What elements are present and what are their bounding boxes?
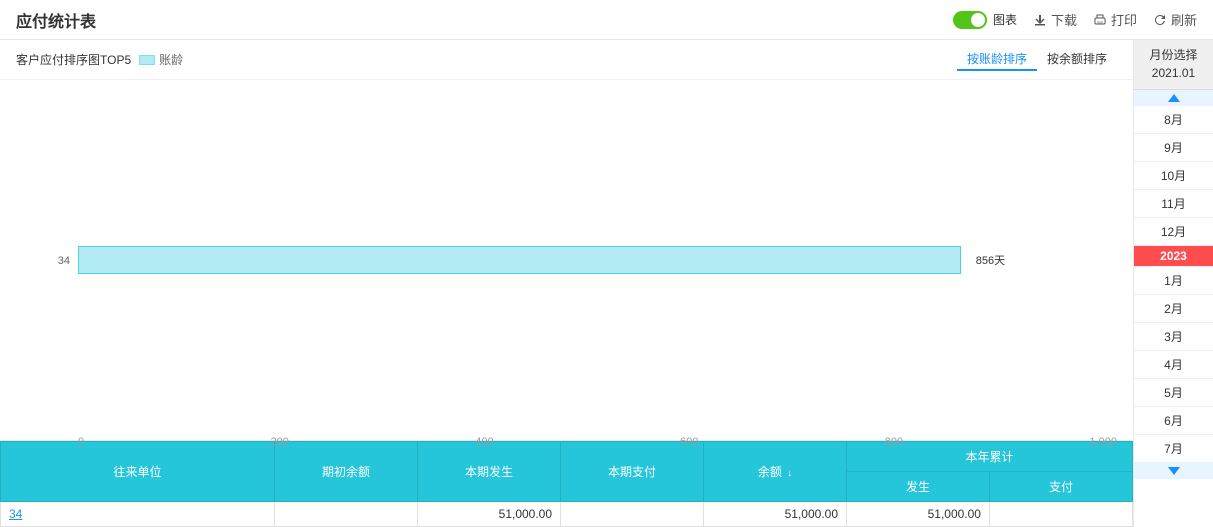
chevron-up-icon <box>1168 94 1180 102</box>
page-wrapper: 应付统计表 图表 下载 打印 <box>0 0 1213 527</box>
balance-sort-icon: ↓ <box>787 468 792 479</box>
bar-label: 34 <box>40 255 70 267</box>
sidebar-scroll-up-button[interactable] <box>1134 90 1213 106</box>
chart-top-bar: 客户应付排序图TOP5 账龄 按账龄排序 按余额排序 <box>0 40 1133 80</box>
chart-toggle-label: 图表 <box>993 11 1017 28</box>
chart-toggle[interactable] <box>953 11 987 29</box>
x-axis-0: 0 <box>78 436 84 448</box>
row-current-payment <box>561 502 704 527</box>
header: 应付统计表 图表 下载 打印 <box>0 0 1213 40</box>
sidebar-month-list: 8月 9月 10月 11月 12月 2023 1月 2月 3月 4月 5月 6月… <box>1134 106 1213 463</box>
sidebar-month-8[interactable]: 8月 <box>1134 106 1213 134</box>
chevron-down-icon <box>1168 467 1180 475</box>
sidebar-month-1[interactable]: 1月 <box>1134 267 1213 295</box>
col-ytd-occurrence-header: 发生 <box>847 472 990 502</box>
sidebar-month-3[interactable]: 3月 <box>1134 323 1213 351</box>
sidebar-month-5[interactable]: 5月 <box>1134 379 1213 407</box>
sidebar-nav: 8月 9月 10月 11月 12月 2023 1月 2月 3月 4月 5月 6月… <box>1134 90 1213 479</box>
chart-legend: 客户应付排序图TOP5 账龄 <box>16 51 183 68</box>
table-row: 34 51,000.00 51,000.00 51,000.00 <box>1 502 1133 527</box>
refresh-icon <box>1153 13 1167 27</box>
chart-toggle-wrapper[interactable]: 图表 <box>953 11 1017 29</box>
row-current-occurrence: 51,000.00 <box>418 502 561 527</box>
download-button[interactable]: 下载 <box>1033 10 1077 29</box>
page-title: 应付统计表 <box>16 8 96 32</box>
row-unit: 34 <box>1 502 275 527</box>
sidebar-month-2[interactable]: 2月 <box>1134 295 1213 323</box>
x-axis-400: 400 <box>475 436 493 448</box>
print-button[interactable]: 打印 <box>1093 10 1137 29</box>
refresh-button[interactable]: 刷新 <box>1153 10 1197 29</box>
table-wrapper: 往来单位 期初余额 本期发生 本期支付 余额 ↓ 本年累计 <box>0 441 1133 527</box>
sidebar-month-6[interactable]: 6月 <box>1134 407 1213 435</box>
bar-row: 34 856天 <box>40 90 1117 432</box>
x-axis-800: 800 <box>885 436 903 448</box>
bar-end-label: 856天 <box>976 252 1005 268</box>
row-ytd-occurrence: 51,000.00 <box>847 502 990 527</box>
print-label: 打印 <box>1111 10 1137 29</box>
x-axis-1000: 1,000 <box>1089 436 1117 448</box>
sidebar-month-10[interactable]: 10月 <box>1134 162 1213 190</box>
sidebar-year-label: 2023 <box>1134 246 1213 267</box>
row-ytd-payment <box>989 502 1132 527</box>
header-actions: 图表 下载 打印 刷新 <box>953 10 1197 29</box>
refresh-label: 刷新 <box>1171 10 1197 29</box>
sidebar-month-4[interactable]: 4月 <box>1134 351 1213 379</box>
bar-chart: 34 856天 <box>40 90 1117 432</box>
download-icon <box>1033 13 1047 27</box>
sidebar-month-11[interactable]: 11月 <box>1134 190 1213 218</box>
sidebar-header: 月份选择 <box>1134 40 1213 90</box>
row-opening-balance <box>275 502 418 527</box>
unit-link[interactable]: 34 <box>9 507 22 521</box>
bar-container: 856天 <box>78 246 1117 276</box>
sidebar-month-7[interactable]: 7月 <box>1134 435 1213 463</box>
sidebar-month-12[interactable]: 12月 <box>1134 218 1213 246</box>
sidebar-year-input[interactable] <box>1142 63 1205 83</box>
col-ytd-payment-header: 支付 <box>989 472 1132 502</box>
sidebar-scroll-down-button[interactable] <box>1134 463 1213 479</box>
sort-by-amount-button[interactable]: 按余额排序 <box>1037 48 1117 71</box>
sidebar-title: 月份选择 <box>1142 46 1205 63</box>
x-axis-200: 200 <box>271 436 289 448</box>
chart-area: 34 856天 0 200 400 600 800 1,00 <box>0 80 1133 440</box>
main-content: 客户应付排序图TOP5 账龄 按账龄排序 按余额排序 34 <box>0 40 1213 527</box>
bar-fill: 856天 <box>78 246 961 274</box>
legend-item-label: 账龄 <box>159 51 183 68</box>
sidebar-month-9[interactable]: 9月 <box>1134 134 1213 162</box>
legend-title: 客户应付排序图TOP5 <box>16 51 131 68</box>
sort-by-balance-button[interactable]: 按账龄排序 <box>957 48 1037 71</box>
print-icon <box>1093 13 1107 27</box>
sidebar: 月份选择 8月 9月 10月 11月 12月 2023 1月 2月 3月 4月 <box>1133 40 1213 527</box>
table-section: 往来单位 期初余额 本期发生 本期支付 余额 ↓ 本年累计 <box>0 440 1133 527</box>
legend-item: 账龄 <box>139 51 183 68</box>
row-balance: 51,000.00 <box>704 502 847 527</box>
data-table: 往来单位 期初余额 本期发生 本期支付 余额 ↓ 本年累计 <box>0 441 1133 527</box>
chart-section: 客户应付排序图TOP5 账龄 按账龄排序 按余额排序 34 <box>0 40 1133 527</box>
x-axis: 0 200 400 600 800 1,000 <box>40 432 1117 452</box>
legend-color-box <box>139 55 155 65</box>
x-axis-600: 600 <box>680 436 698 448</box>
download-label: 下载 <box>1051 10 1077 29</box>
chart-sort-buttons: 按账龄排序 按余额排序 <box>957 48 1117 71</box>
